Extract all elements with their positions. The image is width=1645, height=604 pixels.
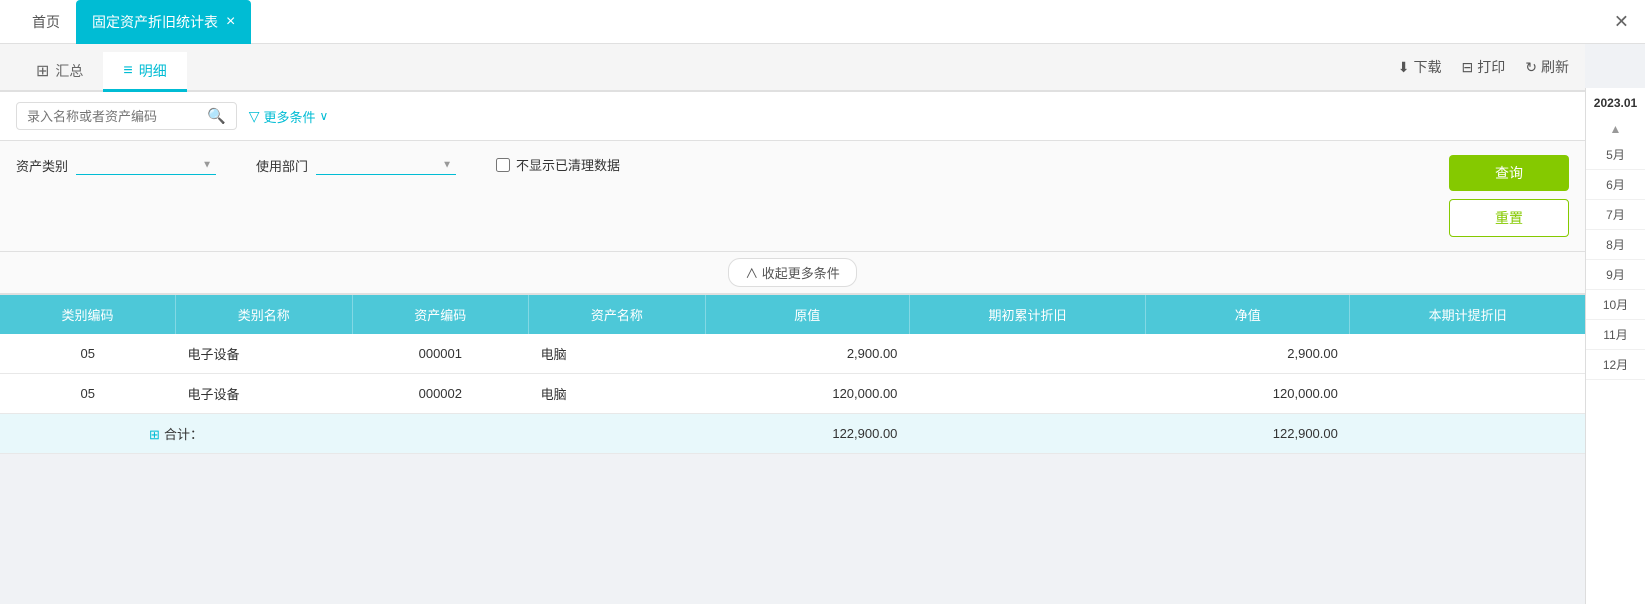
col-category-code: 类别编码 [0,295,175,334]
search-input[interactable] [27,109,207,124]
asset-category-group: 资产类别 [16,155,216,175]
cell-accumulated [909,334,1145,374]
download-icon: ⬇ [1398,59,1410,76]
tab-detail-label: 明细 [139,61,167,81]
month-item[interactable]: 12月 [1586,350,1645,380]
cell-accumulated [909,374,1145,414]
hide-cleared-label: 不显示已清理数据 [516,155,620,174]
collapse-label: ∧ 收起更多条件 [745,263,840,282]
month-item[interactable]: 8月 [1586,230,1645,260]
scroll-up-button[interactable]: ▲ [1586,118,1645,140]
cell-asset-code: 000001 [352,334,529,374]
panel-date: 2023.01 [1594,96,1637,110]
search-icon: 🔍 [207,107,226,125]
cell-original: 2,900.00 [705,334,909,374]
cell-asset-name: 电脑 [529,374,706,414]
cell-asset-name: 电脑 [529,334,706,374]
hide-cleared-checkbox[interactable] [496,158,510,172]
cell-category-code: 05 [0,374,175,414]
print-icon: ⊟ [1462,59,1474,76]
cell-original: 120,000.00 [705,374,909,414]
query-button[interactable]: 查询 [1449,155,1569,191]
active-tab[interactable]: 固定资产折旧统计表 × [76,0,251,44]
tab-detail[interactable]: ≡ 明细 [103,52,186,92]
content-area: ⊞ 汇总 ≡ 明细 ⬇ 下载 ⊟ 打印 ↻ 刷新 [0,44,1585,604]
refresh-icon: ↻ [1525,59,1537,76]
top-nav: 首页 固定资产折旧统计表 × ✕ [0,0,1645,44]
cell-category-name: 电子设备 [175,334,352,374]
subtotal-asset-code [352,414,529,454]
col-current: 本期计提折旧 [1350,295,1585,334]
download-button[interactable]: ⬇ 下载 [1398,57,1442,77]
cell-asset-code: 000002 [352,374,529,414]
extended-filter: 资产类别 使用部门 [0,141,1585,252]
collapse-button[interactable]: ∧ 收起更多条件 [728,258,857,287]
subtotal-net-value: 122,900.00 [1146,414,1350,454]
subtotal-current [1350,414,1585,454]
department-label: 使用部门 [256,156,308,175]
cell-category-code: 05 [0,334,175,374]
subtotal-asset-name [529,414,706,454]
home-link[interactable]: 首页 [16,12,76,32]
col-net-value: 净值 [1146,295,1350,334]
action-buttons: 查询 重置 [1449,155,1569,237]
asset-category-label: 资产类别 [16,156,68,175]
table-header-row: 类别编码 类别名称 资产编码 资产名称 原值 期初累计折旧 净值 本期计提折旧 [0,295,1585,334]
asset-category-select[interactable] [76,155,216,175]
subtotal-row: ⊞合计： 122,900.00 122,900.00 [0,414,1585,454]
month-item[interactable]: 5月 [1586,140,1645,170]
tab-summary[interactable]: ⊞ 汇总 [16,52,103,92]
right-panel: 2023.01 ▲ 5月6月7月8月9月10月11月12月 2023 [1585,88,1645,604]
col-original: 原值 [705,295,909,334]
search-input-wrap[interactable]: 🔍 [16,102,237,130]
main-content: ⊞ 汇总 ≡ 明细 ⬇ 下载 ⊟ 打印 ↻ 刷新 [0,44,1645,604]
month-list: 5月6月7月8月9月10月11月12月 [1586,140,1645,380]
month-item[interactable]: 9月 [1586,260,1645,290]
table-row: 05 电子设备 000002 电脑 120,000.00 120,000.00 [0,374,1585,414]
col-asset-code: 资产编码 [352,295,529,334]
search-bar: 🔍 ▽ 更多条件 ∨ [0,92,1585,141]
department-select-wrap [316,155,456,175]
cell-current [1350,334,1585,374]
collapse-bar: ∧ 收起更多条件 [0,252,1585,294]
asset-category-select-wrap [76,155,216,175]
summary-icon: ⊞ [36,61,49,81]
col-asset-name: 资产名称 [529,295,706,334]
department-select[interactable] [316,155,456,175]
tab-bar: ⊞ 汇总 ≡ 明细 ⬇ 下载 ⊟ 打印 ↻ 刷新 [0,44,1585,92]
asset-table: 类别编码 类别名称 资产编码 资产名称 原值 期初累计折旧 净值 本期计提折旧 … [0,295,1585,454]
tab-actions: ⬇ 下载 ⊟ 打印 ↻ 刷新 [1398,57,1569,77]
cell-net-value: 2,900.00 [1146,334,1350,374]
subtotal-icon: ⊞ [149,427,160,442]
tab-label: 固定资产折旧统计表 [92,12,218,32]
department-group: 使用部门 [256,155,456,175]
chevron-down-icon: ∨ [319,109,328,123]
month-item[interactable]: 11月 [1586,320,1645,350]
more-conditions-button[interactable]: ▽ 更多条件 ∨ [249,107,329,126]
hide-cleared-group: 不显示已清理数据 [496,155,620,174]
subtotal-original: 122,900.00 [705,414,909,454]
table-wrap: 类别编码 类别名称 资产编码 资产名称 原值 期初累计折旧 净值 本期计提折旧 … [0,295,1585,454]
close-window-button[interactable]: ✕ [1614,11,1629,32]
cell-category-name: 电子设备 [175,374,352,414]
col-category-name: 类别名称 [175,295,352,334]
filter-area: 🔍 ▽ 更多条件 ∨ 资产类别 [0,92,1585,295]
cell-current [1350,374,1585,414]
col-accumulated: 期初累计折旧 [909,295,1145,334]
close-tab-button[interactable]: × [226,13,235,31]
month-item[interactable]: 6月 [1586,170,1645,200]
cell-net-value: 120,000.00 [1146,374,1350,414]
subtotal-icon-label: ⊞合计： [0,414,352,454]
tab-summary-label: 汇总 [55,61,83,81]
month-item[interactable]: 10月 [1586,290,1645,320]
print-button[interactable]: ⊟ 打印 [1462,57,1506,77]
detail-icon: ≡ [123,62,132,80]
month-item[interactable]: 7月 [1586,200,1645,230]
filter-icon: ▽ [249,108,260,125]
reset-button[interactable]: 重置 [1449,199,1569,237]
refresh-button[interactable]: ↻ 刷新 [1525,57,1569,77]
table-row: 05 电子设备 000001 电脑 2,900.00 2,900.00 [0,334,1585,374]
subtotal-accumulated [909,414,1145,454]
